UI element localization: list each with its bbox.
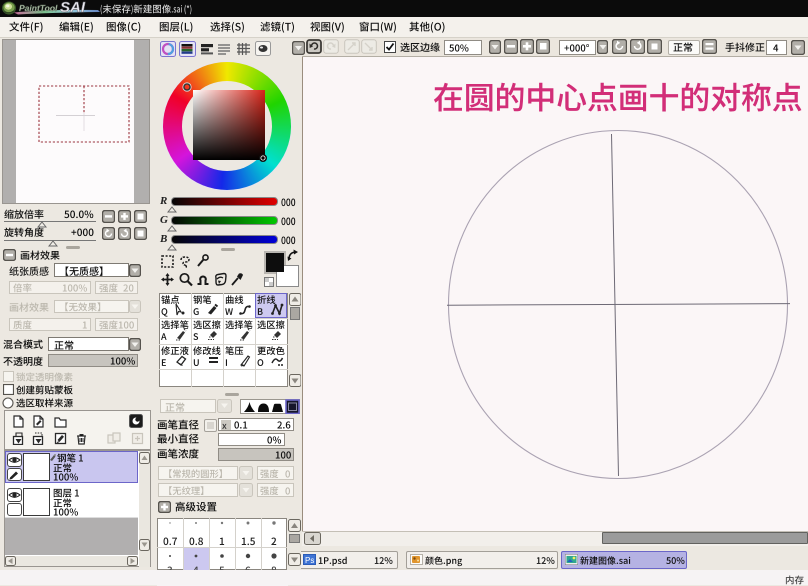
svg-text:Ps: Ps — [305, 556, 314, 565]
